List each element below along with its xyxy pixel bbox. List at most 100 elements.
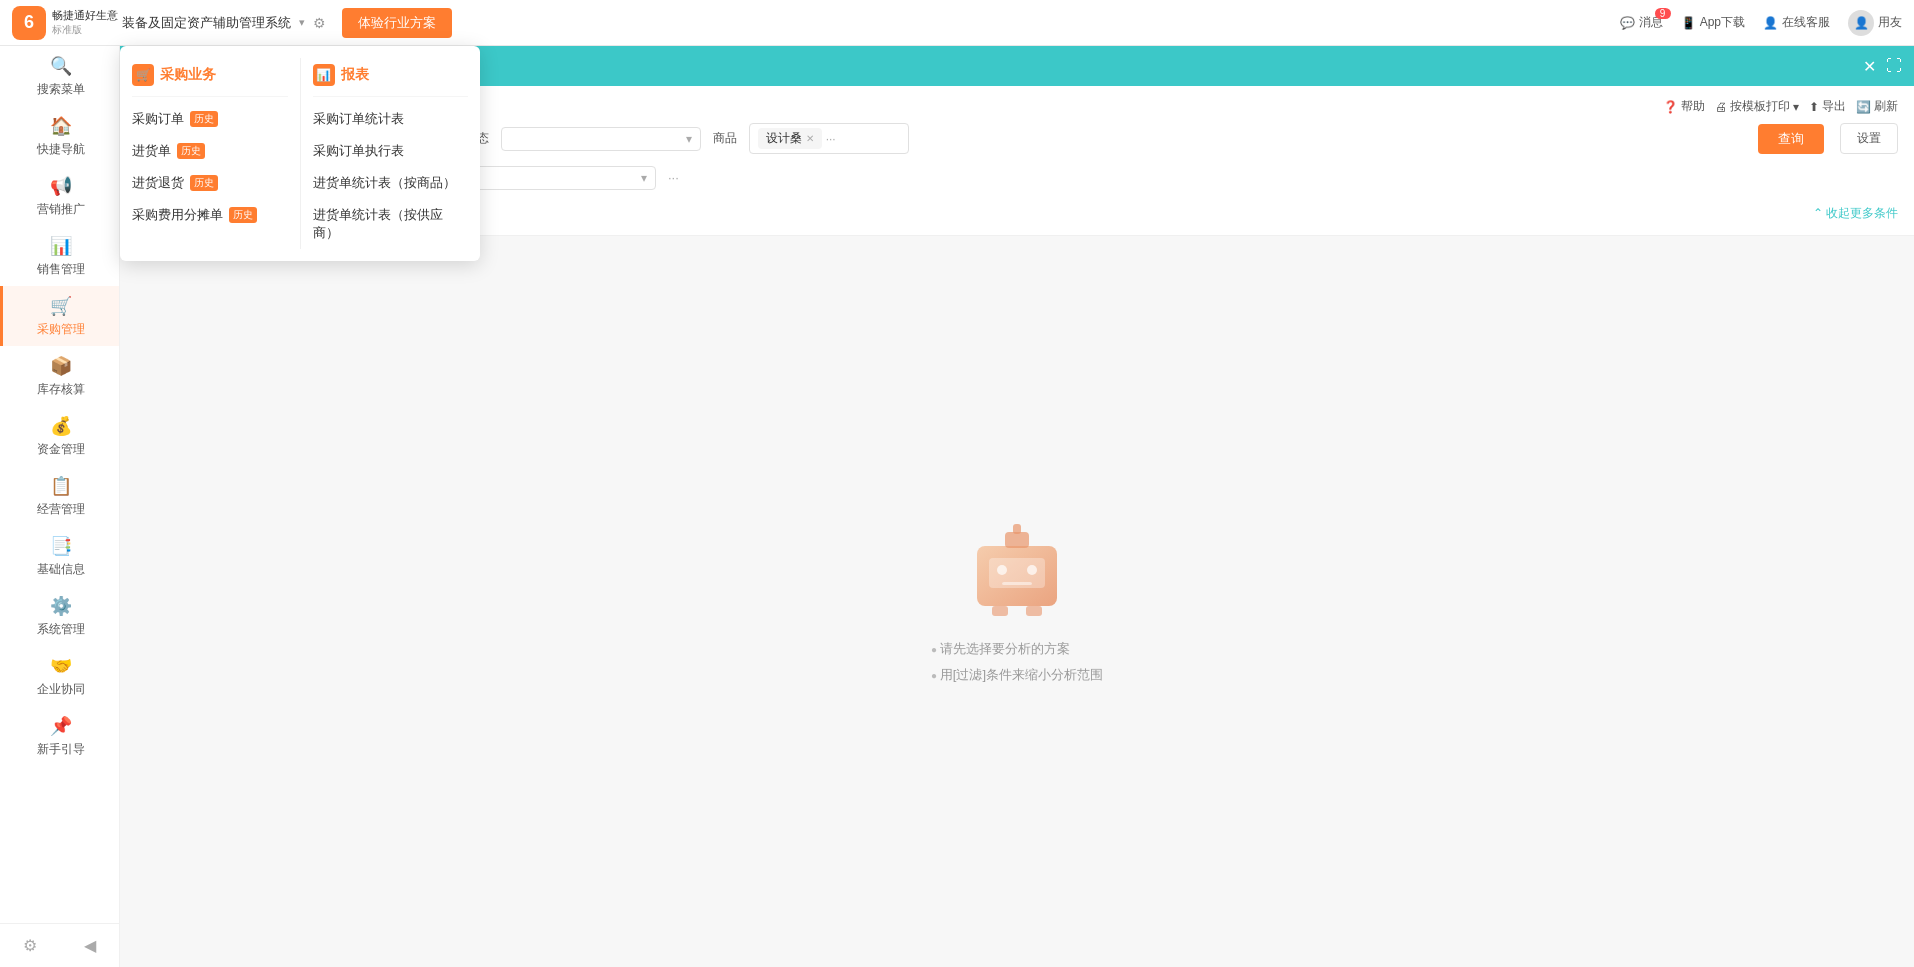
- salesman-select[interactable]: ▾: [456, 166, 656, 190]
- refresh-label: 刷新: [1874, 98, 1898, 115]
- goods-tag-close[interactable]: ✕: [806, 133, 814, 144]
- collapse-button[interactable]: ⌃ 收起更多条件: [1813, 205, 1898, 222]
- dropdown-item-expense[interactable]: 采购费用分摊单 历史: [132, 199, 288, 231]
- user-item[interactable]: 👤 用友: [1848, 10, 1902, 36]
- goods-tag: 设计桑 ✕: [758, 128, 822, 149]
- sidebar-item-system[interactable]: ⚙️ 系统管理: [0, 586, 119, 646]
- collapse-label: 收起更多条件: [1826, 205, 1898, 222]
- query-button[interactable]: 查询: [1758, 124, 1824, 154]
- sidebar-item-finance[interactable]: 💰 资金管理: [0, 406, 119, 466]
- print-icon: 🖨: [1715, 100, 1727, 114]
- topbar: 6 畅捷通好生意 标准版 装备及固定资产辅助管理系统 ▾ ⚙ 体验行业方案 💬 …: [0, 0, 1914, 46]
- svg-rect-7: [992, 606, 1008, 616]
- logo-sub: 标准版: [52, 23, 118, 37]
- empty-tips: 请先选择要分析的方案 用[过滤]条件来缩小分析范围: [931, 636, 1103, 688]
- dropdown-columns: 🛒 采购业务 采购订单 历史 进货单 历史 进货退货 历史: [120, 58, 480, 249]
- sidebar-item-search[interactable]: 🔍 搜索菜单: [0, 46, 119, 106]
- dropdown-item-expense-label: 采购费用分摊单: [132, 206, 223, 224]
- goods-ellipsis[interactable]: ···: [826, 132, 836, 146]
- sidebar-item-sales[interactable]: 📊 销售管理: [0, 226, 119, 286]
- report-col-icon: 📊: [313, 64, 335, 86]
- help-btn[interactable]: ❓ 帮助: [1663, 98, 1705, 115]
- hist-badge-expense: 历史: [229, 207, 257, 223]
- sidebar-bottom: ⚙ ◀: [0, 923, 119, 967]
- goods-select[interactable]: 设计桑 ✕ ···: [749, 123, 909, 154]
- inventory-icon: 📦: [50, 355, 72, 377]
- sidebar: 🔍 搜索菜单 🏠 快捷导航 📢 营销推广 📊 销售管理 🛒 采购管理 📦 库存核…: [0, 46, 120, 967]
- message-badge: 9: [1655, 8, 1671, 19]
- sidebar-item-basic[interactable]: 📑 基础信息: [0, 526, 119, 586]
- purchase-icon: 🛒: [50, 295, 72, 317]
- dropdown-item-po-label: 采购订单: [132, 110, 184, 128]
- sidebar-label-inventory: 库存核算: [37, 381, 85, 398]
- purchase-dropdown: 🛒 采购业务 采购订单 历史 进货单 历史 进货退货 历史: [120, 46, 480, 261]
- sidebar-item-quick-nav[interactable]: 🏠 快捷导航: [0, 106, 119, 166]
- home-icon: 🏠: [50, 115, 72, 137]
- corp-icon: 🤝: [50, 655, 72, 677]
- layout: 🔍 搜索菜单 🏠 快捷导航 📢 营销推广 📊 销售管理 🛒 采购管理 📦 库存核…: [0, 46, 1914, 967]
- export-btn[interactable]: ⬆ 导出: [1809, 98, 1846, 115]
- purchase-col-label: 采购业务: [160, 66, 216, 84]
- sidebar-item-corp[interactable]: 🤝 企业协同: [0, 646, 119, 706]
- title-arrow-icon[interactable]: ▾: [299, 16, 305, 29]
- dropdown-item-inbound-by-goods[interactable]: 进货单统计表（按商品）: [313, 167, 469, 199]
- sidebar-label-guide: 新手引导: [37, 741, 85, 758]
- svg-rect-2: [1013, 524, 1021, 534]
- toolbar-right: ❓ 帮助 🖨 按模板打印 ▾ ⬆ 导出 🔄 刷新: [1663, 98, 1898, 115]
- help-label: 帮助: [1681, 98, 1705, 115]
- bill-status-select[interactable]: ▾: [501, 127, 701, 151]
- print-btn[interactable]: 🖨 按模板打印 ▾: [1715, 98, 1799, 115]
- marketing-icon: 📢: [50, 175, 72, 197]
- help-icon: ❓: [1663, 100, 1678, 114]
- sidebar-label-sales: 销售管理: [37, 261, 85, 278]
- app-download-item[interactable]: 📱 App下载: [1681, 14, 1745, 31]
- sidebar-item-purchase[interactable]: 🛒 采购管理: [0, 286, 119, 346]
- salesman-ellipsis[interactable]: ···: [668, 170, 679, 185]
- online-service-item[interactable]: 👤 在线客服: [1763, 14, 1830, 31]
- sidebar-collapse-icon[interactable]: ◀: [84, 936, 96, 955]
- user-label: 用友: [1878, 14, 1902, 31]
- goods-label: 商品: [713, 130, 737, 147]
- tab-close-all-icon[interactable]: ✕: [1863, 57, 1876, 76]
- logo-icon: 6: [12, 6, 46, 40]
- app-download-label: App下载: [1700, 14, 1745, 31]
- sidebar-item-guide[interactable]: 📌 新手引导: [0, 706, 119, 766]
- logo: 6 畅捷通好生意 标准版: [12, 6, 122, 40]
- finance-icon: 💰: [50, 415, 72, 437]
- dropdown-item-po[interactable]: 采购订单 历史: [132, 103, 288, 135]
- operation-icon: 📋: [50, 475, 72, 497]
- refresh-btn[interactable]: 🔄 刷新: [1856, 98, 1898, 115]
- hist-badge-inbound: 历史: [177, 143, 205, 159]
- experience-button[interactable]: 体验行业方案: [342, 8, 452, 38]
- settings-icon[interactable]: ⚙: [313, 15, 326, 31]
- svg-rect-6: [1002, 582, 1032, 585]
- dropdown-item-inbound-by-supplier[interactable]: 进货单统计表（按供应商）: [313, 199, 469, 249]
- svg-point-4: [997, 565, 1007, 575]
- svg-rect-1: [1005, 532, 1029, 548]
- content-area: 请先选择要分析的方案 用[过滤]条件来缩小分析范围: [120, 236, 1914, 967]
- dropdown-item-po-exec[interactable]: 采购订单执行表: [313, 135, 469, 167]
- dropdown-item-return[interactable]: 进货退货 历史: [132, 167, 288, 199]
- logo-text-block: 畅捷通好生意 标准版: [52, 8, 118, 36]
- purchase-col-icon: 🛒: [132, 64, 154, 86]
- sidebar-item-marketing[interactable]: 📢 营销推广: [0, 166, 119, 226]
- sidebar-settings-icon[interactable]: ⚙: [23, 936, 37, 955]
- tab-expand-icon[interactable]: ⛶: [1886, 57, 1902, 75]
- goods-tag-value: 设计桑: [766, 130, 802, 147]
- report-col-label: 报表: [341, 66, 369, 84]
- sidebar-label-finance: 资金管理: [37, 441, 85, 458]
- sidebar-item-inventory[interactable]: 📦 库存核算: [0, 346, 119, 406]
- sales-icon: 📊: [50, 235, 72, 257]
- dropdown-item-inbound[interactable]: 进货单 历史: [132, 135, 288, 167]
- sidebar-label-purchase: 采购管理: [37, 321, 85, 338]
- sidebar-item-operation[interactable]: 📋 经营管理: [0, 466, 119, 526]
- message-item[interactable]: 💬 消息 9: [1620, 14, 1663, 31]
- dropdown-item-inbound-goods-label: 进货单统计表（按商品）: [313, 174, 456, 192]
- settings-button[interactable]: 设置: [1840, 123, 1898, 154]
- dropdown-item-inbound-supplier-label: 进货单统计表（按供应商）: [313, 206, 469, 242]
- dropdown-purchase-col: 🛒 采购业务 采购订单 历史 进货单 历史 进货退货 历史: [120, 58, 300, 249]
- main: 🛒 采购业务 采购订单 历史 进货单 历史 进货退货 历史: [120, 46, 1914, 967]
- topbar-right: 💬 消息 9 📱 App下载 👤 在线客服 👤 用友: [1620, 10, 1902, 36]
- dropdown-item-po-exec-label: 采购订单执行表: [313, 142, 404, 160]
- dropdown-item-po-stats[interactable]: 采购订单统计表: [313, 103, 469, 135]
